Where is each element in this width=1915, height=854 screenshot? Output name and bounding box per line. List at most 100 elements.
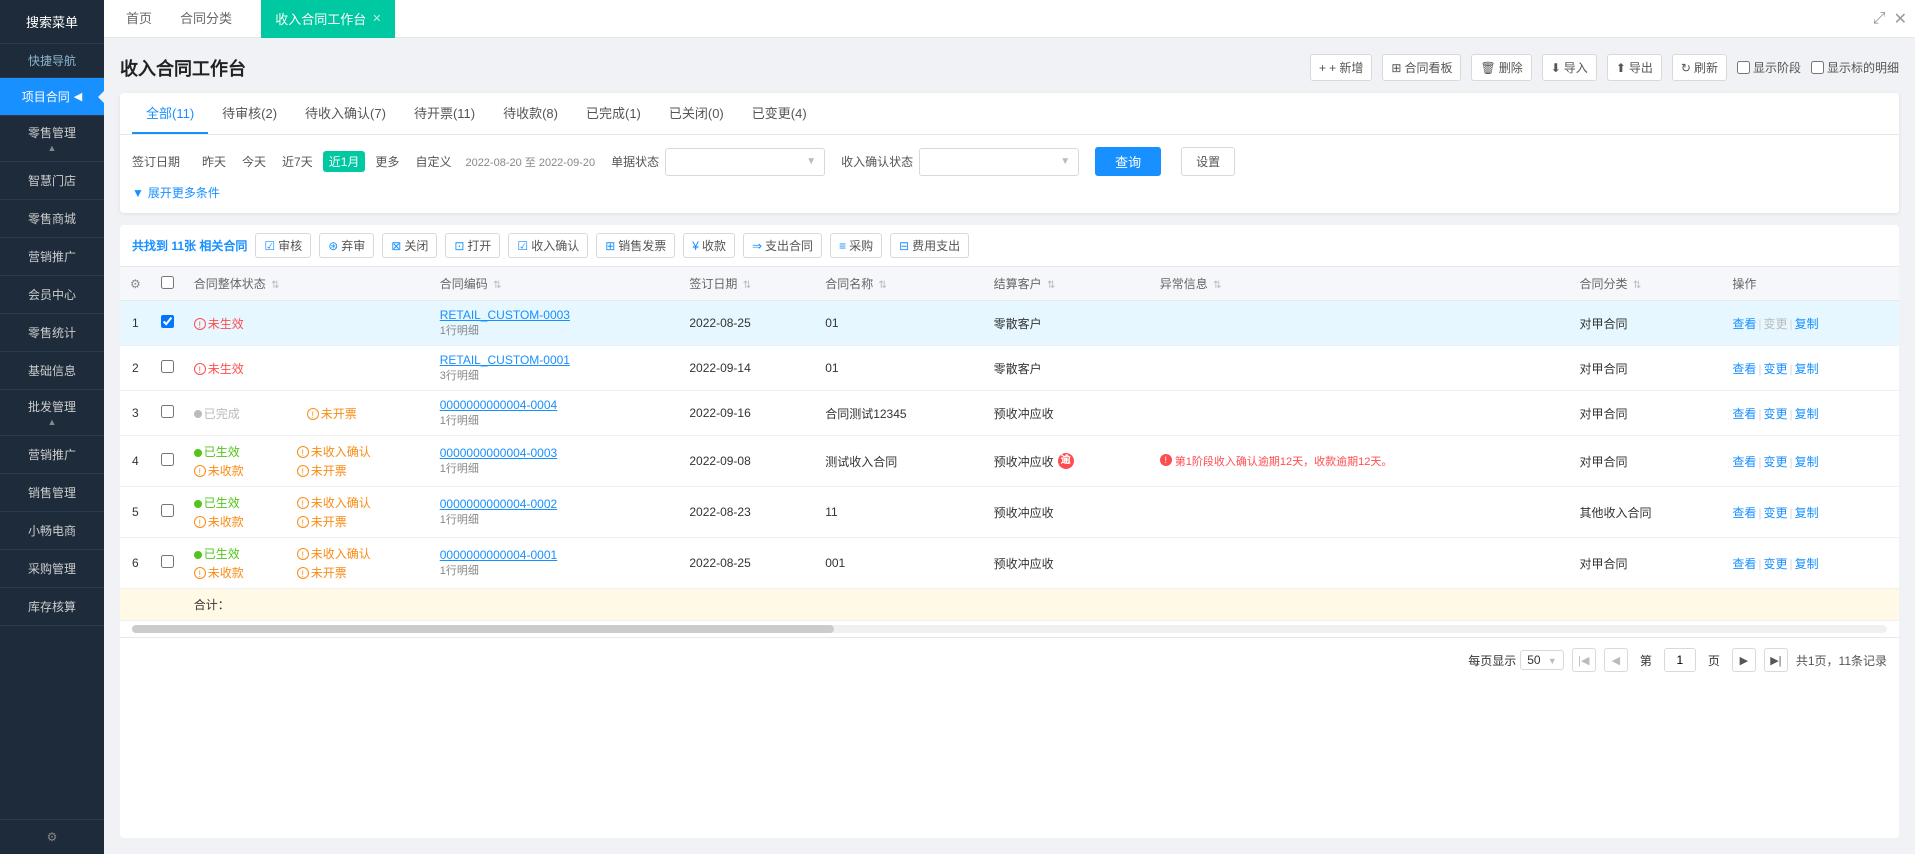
new-button[interactable]: + + 新增 [1310, 54, 1372, 81]
contract-code-link[interactable]: 0000000000004-0003 [440, 446, 557, 460]
op-复制-btn[interactable]: 复制 [1795, 506, 1819, 520]
contract-code-link[interactable]: RETAIL_CUSTOM-0001 [440, 353, 570, 367]
payout-contract-action-btn[interactable]: ⇒ 支出合同 [743, 233, 822, 258]
export-button[interactable]: ⬆ 导出 [1607, 54, 1662, 81]
sidebar-quicknav[interactable]: 快捷导航 [0, 44, 104, 78]
filter-more[interactable]: 更多 [369, 151, 405, 172]
tab-home[interactable]: 首页 [112, 0, 166, 38]
op-变更-btn[interactable]: 变更 [1763, 407, 1787, 421]
horizontal-scrollbar[interactable] [132, 625, 1887, 633]
row-checkbox[interactable] [161, 360, 174, 373]
tab-income-workbench[interactable]: 收入合同工作台 ✕ [261, 0, 395, 38]
contract-code-link[interactable]: 0000000000004-0002 [440, 497, 557, 511]
op-复制-btn[interactable]: 复制 [1795, 317, 1819, 331]
contract-code-link[interactable]: 0000000000004-0001 [440, 548, 557, 562]
op-查看-btn[interactable]: 查看 [1732, 407, 1756, 421]
purchase-action-btn[interactable]: ≡ 采购 [830, 233, 882, 258]
sidebar-item-member[interactable]: 会员中心 [0, 276, 104, 314]
status-tab-changed[interactable]: 已变更(4) [738, 93, 821, 134]
op-复制-btn[interactable]: 复制 [1795, 557, 1819, 571]
sidebar-item-marketing[interactable]: 营销推广 [0, 238, 104, 276]
tab-contract-type[interactable]: 合同分类 ✕ [166, 0, 261, 38]
scrollbar-thumb[interactable] [132, 625, 834, 633]
sidebar-item-marketing2[interactable]: 营销推广 [0, 436, 104, 474]
show-stages-input[interactable] [1737, 61, 1750, 74]
tab-close-income-workbench[interactable]: ✕ [372, 12, 381, 25]
sidebar-item-xiaohu[interactable]: 小畅电商 [0, 512, 104, 550]
status-tab-completed[interactable]: 已完成(1) [572, 93, 655, 134]
sidebar-settings[interactable]: ⚙ [0, 819, 104, 854]
select-all-checkbox[interactable] [161, 276, 174, 289]
status-tab-closed[interactable]: 已关闭(0) [655, 93, 738, 134]
filter-doc-status-select[interactable]: ▼ [665, 148, 825, 176]
op-查看-btn[interactable]: 查看 [1732, 317, 1756, 331]
op-变更-btn[interactable]: 变更 [1763, 362, 1787, 376]
close-action-btn[interactable]: ⊠ 关闭 [382, 233, 437, 258]
op-变更-btn[interactable]: 变更 [1763, 557, 1787, 571]
status-tab-pending-income[interactable]: 待收入确认(7) [291, 93, 400, 134]
review-action-btn[interactable]: ☑ 审核 [255, 233, 311, 258]
contract-code-link[interactable]: RETAIL_CUSTOM-0003 [440, 308, 570, 322]
next-page-btn[interactable]: ▶ [1732, 648, 1756, 672]
row-checkbox[interactable] [161, 315, 174, 328]
op-变更-btn[interactable]: 变更 [1763, 506, 1787, 520]
status-tab-pending-review[interactable]: 待审核(2) [208, 93, 291, 134]
filter-yesterday[interactable]: 昨天 [196, 151, 232, 172]
op-变更-btn[interactable]: 变更 [1763, 455, 1787, 469]
op-查看-btn[interactable]: 查看 [1732, 506, 1756, 520]
show-details-checkbox[interactable]: 显示标的明细 [1811, 59, 1899, 76]
sidebar-item-project[interactable]: 项目合同 ◀ [0, 78, 104, 116]
status-tab-pending-invoice[interactable]: 待开票(11) [400, 93, 489, 134]
show-stages-checkbox[interactable]: 显示阶段 [1737, 59, 1801, 76]
kanban-button[interactable]: ⊞ 合同看板 [1382, 54, 1461, 81]
page-size-box[interactable]: 50 ▼ [1520, 650, 1564, 670]
row-checkbox[interactable] [161, 405, 174, 418]
query-button[interactable]: 查询 [1095, 147, 1161, 176]
sidebar-item-base-info[interactable]: 基础信息 [0, 352, 104, 390]
sidebar-item-retail-mgmt[interactable]: 零售管理 ▲ [0, 116, 104, 162]
filter-today[interactable]: 今天 [236, 151, 272, 172]
first-page-btn[interactable]: |◀ [1572, 648, 1596, 672]
last-page-btn[interactable]: ▶| [1764, 648, 1788, 672]
status-tab-all[interactable]: 全部(11) [132, 93, 208, 134]
maximize-icon[interactable]: ⤢ [1873, 10, 1886, 28]
filter-expand-toggle[interactable]: ▼ 展开更多条件 [132, 184, 1887, 201]
filter-settings-button[interactable]: 设置 [1181, 147, 1235, 176]
op-复制-btn[interactable]: 复制 [1795, 362, 1819, 376]
row-checkbox[interactable] [161, 504, 174, 517]
abandon-action-btn[interactable]: ⊛ 弃审 [319, 233, 374, 258]
page-input[interactable] [1664, 648, 1696, 672]
sidebar-item-retail-mall[interactable]: 零售商城 [0, 200, 104, 238]
filter-last1month[interactable]: 近1月 [323, 151, 366, 172]
op-查看-btn[interactable]: 查看 [1732, 557, 1756, 571]
sidebar-item-purchase[interactable]: 采购管理 [0, 550, 104, 588]
expense-payout-action-btn[interactable]: ⊟ 费用支出 [890, 233, 969, 258]
sidebar-search[interactable]: 搜索菜单 [0, 0, 104, 44]
settings-col-icon[interactable]: ⚙ [130, 277, 141, 291]
row-checkbox[interactable] [161, 555, 174, 568]
status-tab-pending-collection[interactable]: 待收款(8) [489, 93, 572, 134]
sidebar-item-inventory[interactable]: 库存核算 [0, 588, 104, 626]
import-button[interactable]: ⬇ 导入 [1542, 54, 1597, 81]
collection-action-btn[interactable]: ¥ 收款 [683, 233, 735, 258]
sidebar-item-retail-stats[interactable]: 零售统计 [0, 314, 104, 352]
sidebar-item-wholesale-mgmt[interactable]: 批发管理 ▲ [0, 390, 104, 436]
filter-custom[interactable]: 自定义 [409, 151, 457, 172]
open-action-btn[interactable]: ⊡ 打开 [445, 233, 500, 258]
op-查看-btn[interactable]: 查看 [1732, 362, 1756, 376]
sidebar-item-sales-mgmt[interactable]: 销售管理 [0, 474, 104, 512]
delete-button[interactable]: 🗑 删除 [1471, 54, 1531, 81]
income-confirm-action-btn[interactable]: ☑ 收入确认 [508, 233, 588, 258]
contract-code-link[interactable]: 0000000000004-0004 [440, 398, 557, 412]
op-复制-btn[interactable]: 复制 [1795, 407, 1819, 421]
show-details-input[interactable] [1811, 61, 1824, 74]
op-查看-btn[interactable]: 查看 [1732, 455, 1756, 469]
sidebar-item-smart-store[interactable]: 智慧门店 [0, 162, 104, 200]
op-复制-btn[interactable]: 复制 [1795, 455, 1819, 469]
tab-close-contract-type[interactable]: ✕ [238, 11, 247, 24]
refresh-button[interactable]: ↻ 刷新 [1672, 54, 1727, 81]
filter-last7[interactable]: 近7天 [276, 151, 319, 172]
filter-income-confirm-select[interactable]: ▼ [919, 148, 1079, 176]
sales-invoice-action-btn[interactable]: ⊞ 销售发票 [596, 233, 675, 258]
close-icon[interactable]: ✕ [1894, 9, 1907, 29]
